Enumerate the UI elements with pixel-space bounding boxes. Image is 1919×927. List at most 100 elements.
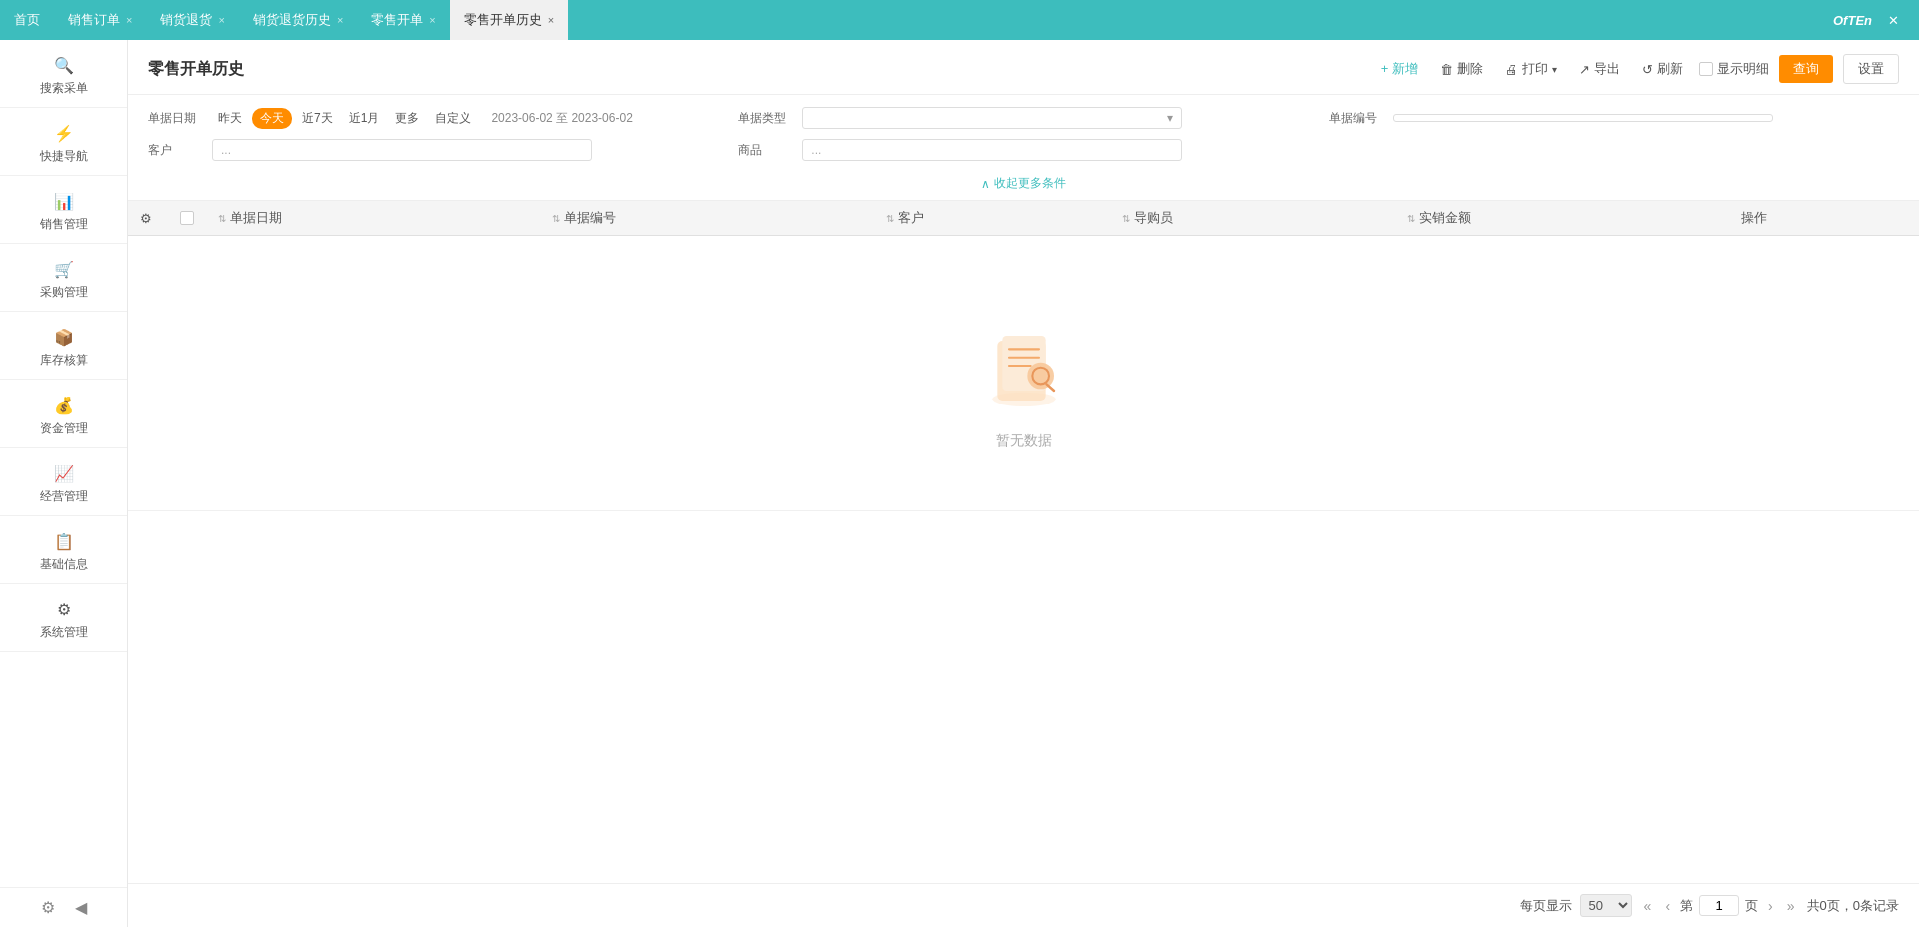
print-dropdown-icon: ▾: [1552, 64, 1557, 75]
date-range: 2023-06-02 至 2023-06-02: [491, 110, 632, 127]
sidebar-item-quicknav[interactable]: ⚡ 快捷导航: [0, 108, 127, 176]
date-option-更多[interactable]: 更多: [389, 108, 425, 129]
per-page-select[interactable]: 102050100: [1580, 894, 1632, 917]
sidebar-item-basicinfo[interactable]: 📋 基础信息: [0, 516, 127, 584]
tab-sales-return[interactable]: 销货退货×: [146, 0, 238, 40]
col-header-number[interactable]: 单据编号: [540, 201, 874, 236]
sidebar-label-inventory: 库存核算: [40, 352, 88, 369]
refresh-icon: ↺: [1642, 62, 1653, 77]
tab-close-sales-order[interactable]: ×: [126, 14, 132, 26]
filter-row-2: 客户 ... 商品 ...: [148, 139, 1899, 161]
tab-retail-order[interactable]: 零售开单×: [357, 0, 449, 40]
sidebar-collapse-icon[interactable]: ◀: [75, 898, 87, 917]
add-button[interactable]: + 新增: [1375, 56, 1424, 82]
prev-page-btn[interactable]: ‹: [1661, 896, 1674, 916]
pagination: 每页显示 102050100 « ‹ 第 页 › » 共0页，0条记录: [128, 883, 1919, 927]
date-option-今天[interactable]: 今天: [252, 108, 292, 129]
sidebar-label-purchase: 采购管理: [40, 284, 88, 301]
tab-close-retail-order[interactable]: ×: [429, 14, 435, 26]
export-icon: ↗: [1579, 62, 1590, 77]
delete-button[interactable]: 🗑 删除: [1434, 56, 1489, 82]
col-header-settings: ⚙: [128, 201, 168, 236]
sidebar-item-system[interactable]: ⚙ 系统管理: [0, 584, 127, 652]
window-close-button[interactable]: ✕: [1884, 13, 1903, 28]
tab-retail-order-history[interactable]: 零售开单历史×: [450, 0, 568, 40]
nav-icon: ⚡: [53, 122, 75, 144]
first-page-btn[interactable]: «: [1640, 896, 1656, 916]
sidebar-item-sales[interactable]: 📊 销售管理: [0, 176, 127, 244]
svg-line-8: [1046, 384, 1054, 391]
empty-text: 暂无数据: [996, 432, 1052, 450]
sidebar-label-basicinfo: 基础信息: [40, 556, 88, 573]
col-header-amount[interactable]: 实销金额: [1395, 201, 1729, 236]
settings-btn[interactable]: 设置: [1843, 54, 1899, 84]
page-unit: 页: [1745, 897, 1758, 915]
customer-input[interactable]: ...: [212, 139, 592, 161]
delete-icon: 🗑: [1440, 62, 1453, 77]
number-filter-label: 单据编号: [1329, 110, 1385, 127]
finance-icon: 💰: [53, 394, 75, 416]
tab-close-retail-order-history[interactable]: ×: [548, 14, 554, 26]
system-icon: ⚙: [53, 598, 75, 620]
sidebar-item-search[interactable]: 🔍搜索采单: [0, 40, 127, 108]
print-button[interactable]: 🖨 打印 ▾: [1499, 56, 1563, 82]
refresh-button[interactable]: ↺ 刷新: [1636, 56, 1689, 82]
sidebar-item-finance[interactable]: 💰资金管理: [0, 380, 127, 448]
per-page-label: 每页显示: [1520, 897, 1572, 915]
query-button[interactable]: 查询: [1779, 55, 1833, 83]
page-title: 零售开单历史: [148, 59, 244, 80]
sidebar-label-system: 系统管理: [40, 624, 88, 641]
sidebar-item-purchase[interactable]: 🛒采购管理: [0, 244, 127, 312]
sidebar-item-inventory[interactable]: 📦 库存核算: [0, 312, 127, 380]
page-input[interactable]: [1699, 895, 1739, 916]
page-header: 零售开单历史 + 新增 🗑 删除 🖨 打印 ▾ ↗ 导出 ↺: [128, 40, 1919, 95]
sidebar-bottom: ⚙ ◀: [0, 887, 127, 927]
type-filter-label: 单据类型: [738, 110, 794, 127]
sidebar-settings-icon[interactable]: ⚙: [41, 898, 55, 917]
header-actions: + 新增 🗑 删除 🖨 打印 ▾ ↗ 导出 ↺ 刷新: [1375, 54, 1899, 84]
collapse-icon: ∧: [981, 177, 990, 191]
sidebar-label-sales: 销售管理: [40, 216, 88, 233]
top-nav-right: OfTEn ✕: [1833, 13, 1919, 28]
content-area: 零售开单历史 + 新增 🗑 删除 🖨 打印 ▾ ↗ 导出 ↺: [128, 40, 1919, 927]
export-button[interactable]: ↗ 导出: [1573, 56, 1626, 82]
next-page-btn[interactable]: ›: [1764, 896, 1777, 916]
settings-gear-icon[interactable]: ⚙: [140, 211, 152, 226]
date-option-近1月[interactable]: 近1月: [343, 108, 386, 129]
number-input[interactable]: [1393, 114, 1773, 122]
date-option-自定义[interactable]: 自定义: [429, 108, 477, 129]
date-option-近7天[interactable]: 近7天: [296, 108, 339, 129]
tab-close-sales-return-history[interactable]: ×: [337, 14, 343, 26]
col-header-salesperson[interactable]: 导购员: [1110, 201, 1395, 236]
sidebar-item-operations[interactable]: 📈经营管理: [0, 448, 127, 516]
tab-home[interactable]: 首页: [0, 0, 54, 40]
select-all-checkbox[interactable]: [180, 211, 194, 225]
date-options: 昨天今天近7天近1月更多自定义: [212, 108, 477, 129]
tab-sales-order[interactable]: 销售订单×: [54, 0, 146, 40]
customer-filter-label: 客户: [148, 142, 204, 159]
sales-icon: 📊: [53, 190, 75, 212]
main-layout: 🔍搜索采单 ⚡ 快捷导航 📊 销售管理 🛒采购管理 📦 库存核算 💰资金管理📈经营管理 📋 基础信息…: [0, 40, 1919, 927]
empty-illustration: [974, 316, 1074, 416]
goods-filter-field: 商品 ...: [738, 139, 1308, 161]
goods-input[interactable]: ...: [802, 139, 1182, 161]
inventory-icon: 📦: [53, 326, 75, 348]
collapse-conditions[interactable]: ∧ 收起更多条件: [148, 171, 1899, 192]
sidebar-label-quicknav: 快捷导航: [40, 148, 88, 165]
tab-close-sales-return[interactable]: ×: [218, 14, 224, 26]
basicinfo-icon: 📋: [53, 530, 75, 552]
print-icon: 🖨: [1505, 62, 1518, 77]
type-filter-field: 单据类型 ▾: [738, 107, 1308, 129]
type-select[interactable]: ▾: [802, 107, 1182, 129]
last-page-btn[interactable]: »: [1783, 896, 1799, 916]
col-header-customer[interactable]: 客户: [874, 201, 1109, 236]
display-toggle[interactable]: 显示明细: [1699, 60, 1769, 78]
date-option-昨天[interactable]: 昨天: [212, 108, 248, 129]
tab-sales-return-history[interactable]: 销货退货历史×: [239, 0, 357, 40]
page-nav: « ‹ 第 页 › »: [1640, 895, 1799, 916]
display-checkbox[interactable]: [1699, 62, 1713, 76]
filter-row-1: 单据日期 昨天今天近7天近1月更多自定义 2023-06-02 至 2023-0…: [148, 107, 1899, 129]
operations-icon: 📈: [53, 462, 75, 484]
table-area: ⚙单据日期单据编号客户导购员实销金额操作: [128, 201, 1919, 883]
col-header-date[interactable]: 单据日期: [206, 201, 540, 236]
